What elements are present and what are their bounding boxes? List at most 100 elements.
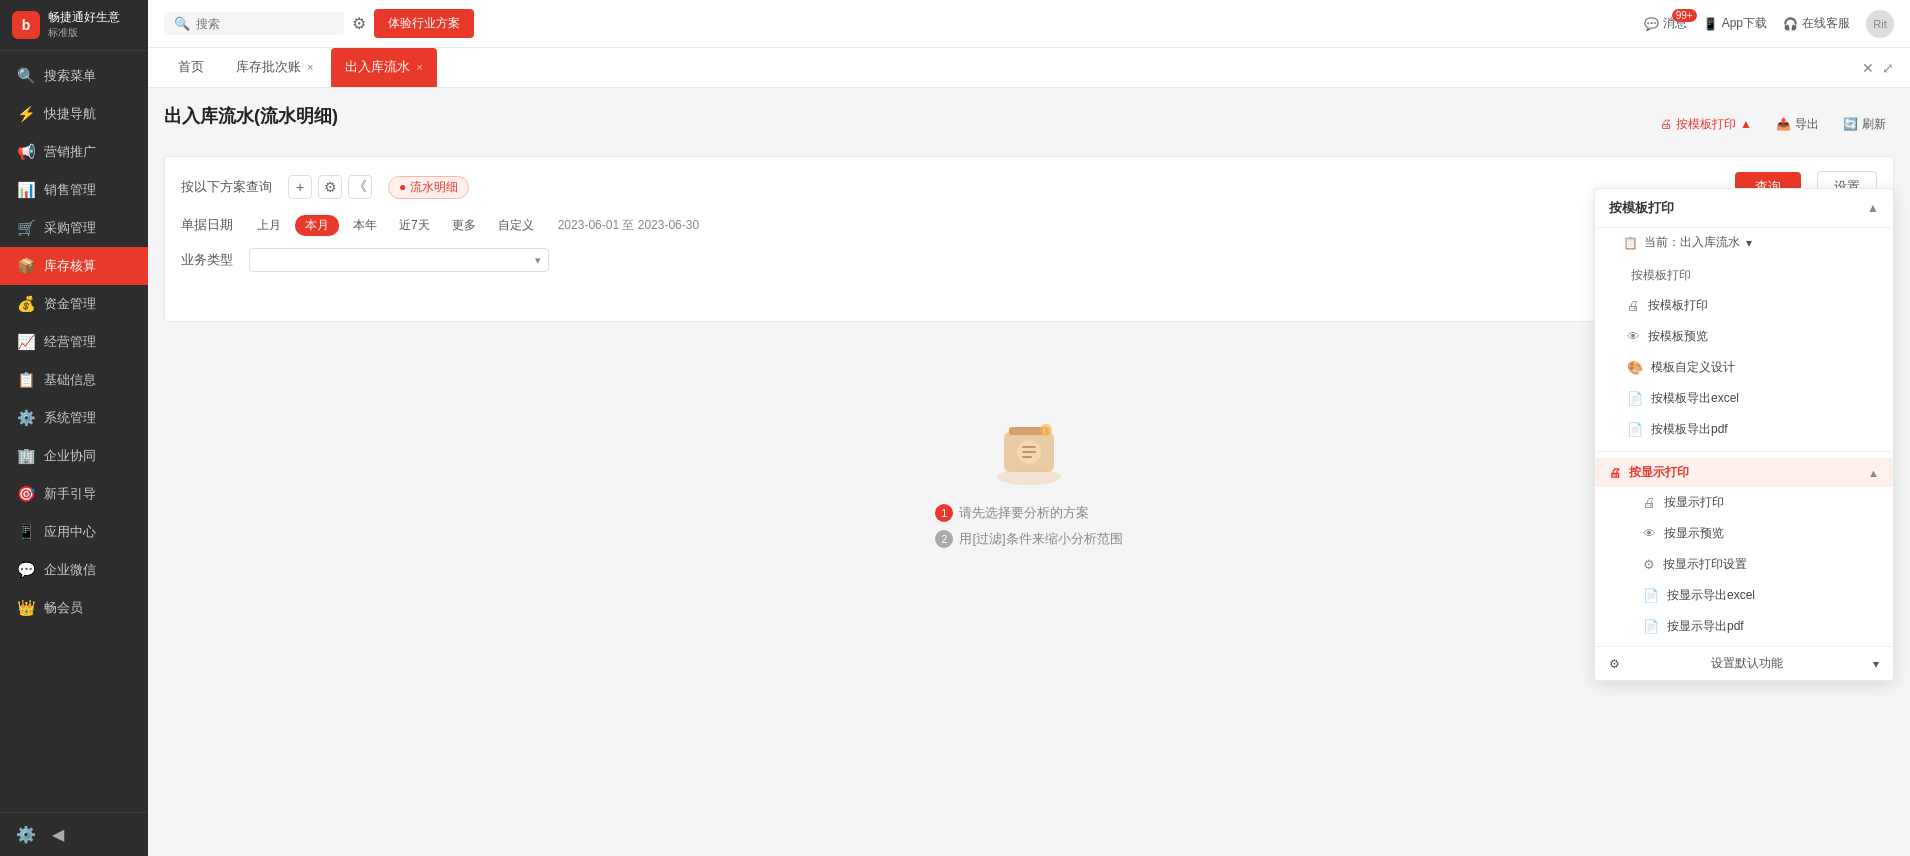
display-print-expand-icon[interactable]: ▲ bbox=[1868, 467, 1879, 479]
current-label: 当前：出入库流水 bbox=[1644, 234, 1740, 251]
sidebar-item-member[interactable]: 👑 畅会员 bbox=[0, 589, 148, 627]
sidebar-item-basic-info[interactable]: 📋基础信息 bbox=[0, 361, 148, 399]
nav-icon-purchase: 🛒 bbox=[16, 219, 36, 237]
nav-label-marketing: 营销推广 bbox=[44, 143, 96, 161]
sidebar-item-sales[interactable]: 📊销售管理 bbox=[0, 171, 148, 209]
template-preview-item[interactable]: 👁 按模板预览 bbox=[1595, 321, 1893, 352]
template-export-pdf-icon: 📄 bbox=[1627, 422, 1643, 437]
tab-batch-account[interactable]: 库存批次账 × bbox=[222, 48, 327, 87]
sidebar-item-purchase[interactable]: 🛒采购管理 bbox=[0, 209, 148, 247]
online-service-button[interactable]: 🎧 在线客服 bbox=[1783, 15, 1850, 32]
date-tab-current-month[interactable]: 本月 bbox=[295, 215, 339, 236]
nav-label-member: 畅会员 bbox=[44, 599, 83, 617]
template-print-icon: 🖨 bbox=[1627, 298, 1640, 313]
sidebar-item-system[interactable]: ⚙️系统管理 bbox=[0, 399, 148, 437]
display-settings-item[interactable]: ⚙ 按显示打印设置 bbox=[1595, 549, 1893, 580]
print-button[interactable]: 🖨 按模板打印 ▲ bbox=[1652, 112, 1760, 137]
sidebar-item-search[interactable]: 🔍搜索菜单 bbox=[0, 57, 148, 95]
sidebar: b 畅捷通好生意 标准版 🔍搜索菜单⚡快捷导航📢营销推广📊销售管理🛒采购管理📦库… bbox=[0, 0, 148, 856]
nav-icon-basic-info: 📋 bbox=[16, 371, 36, 389]
sidebar-item-quick-nav[interactable]: ⚡快捷导航 bbox=[0, 95, 148, 133]
sidebar-item-guide[interactable]: 🎯新手引导 bbox=[0, 475, 148, 513]
date-tab-more[interactable]: 更多 bbox=[444, 214, 484, 237]
display-export-excel-icon: 📄 bbox=[1643, 588, 1659, 603]
refresh-button[interactable]: 🔄 刷新 bbox=[1835, 112, 1894, 137]
app-download-label: App下载 bbox=[1722, 15, 1767, 32]
header-search-bar[interactable]: 🔍 bbox=[164, 12, 344, 35]
display-print-icon: 🖨 bbox=[1643, 495, 1656, 510]
app-download-button[interactable]: 📱 App下载 bbox=[1703, 15, 1767, 32]
tab-flow[interactable]: 出入库流水× bbox=[331, 48, 436, 87]
svg-rect-5 bbox=[1022, 451, 1036, 453]
sidebar-item-enterprise[interactable]: 🏢企业协同 bbox=[0, 437, 148, 475]
display-print-section-label: 按显示打印 bbox=[1629, 464, 1689, 481]
dropdown-divider bbox=[1595, 451, 1893, 452]
settings-bottom-icon[interactable]: ⚙️ bbox=[16, 825, 36, 844]
display-preview-item[interactable]: 👁 按显示预览 bbox=[1595, 518, 1893, 549]
business-type-select[interactable] bbox=[249, 248, 549, 272]
display-export-pdf-item[interactable]: 📄 按显示导出pdf bbox=[1595, 611, 1893, 642]
date-tab-custom[interactable]: 自定义 bbox=[490, 214, 542, 237]
refresh-icon: 🔄 bbox=[1843, 117, 1858, 131]
export-label: 导出 bbox=[1795, 116, 1819, 133]
window-expand-icon[interactable]: ⤢ bbox=[1882, 60, 1894, 76]
template-print-label: 按模板打印 bbox=[1648, 297, 1708, 314]
nav-label-finance: 资金管理 bbox=[44, 295, 96, 313]
template-export-excel-item[interactable]: 📄 按模板导出excel bbox=[1595, 383, 1893, 414]
message-button[interactable]: 💬 消息 99+ bbox=[1644, 15, 1687, 32]
filter-add-button[interactable]: + bbox=[288, 175, 312, 199]
template-export-pdf-item[interactable]: 📄 按模板导出pdf bbox=[1595, 414, 1893, 445]
nav-label-operation: 经营管理 bbox=[44, 333, 96, 351]
window-close-icon[interactable]: ✕ bbox=[1862, 60, 1874, 76]
empty-hint-2-text: 用[过滤]条件来缩小分析范围 bbox=[959, 530, 1122, 548]
print-label: 按模板打印 bbox=[1676, 116, 1736, 133]
template-custom-label: 模板自定义设计 bbox=[1651, 359, 1735, 376]
nav-icon-app-center: 📱 bbox=[16, 523, 36, 541]
sidebar-item-inventory[interactable]: 📦库存核算 bbox=[0, 247, 148, 285]
sidebar-item-operation[interactable]: 📈经营管理 bbox=[0, 323, 148, 361]
current-expand-icon[interactable]: ▾ bbox=[1746, 236, 1752, 250]
main-area: 🔍 ⚙ 体验行业方案 💬 消息 99+ 📱 App下载 🎧 在线客服 Rit bbox=[148, 0, 1910, 856]
display-export-excel-item[interactable]: 📄 按显示导出excel bbox=[1595, 580, 1893, 611]
nav-icon-enterprise: 🏢 bbox=[16, 447, 36, 465]
date-tab-prev-month[interactable]: 上月 bbox=[249, 214, 289, 237]
filter-collapse-button[interactable]: 《 bbox=[348, 175, 372, 199]
header-search-input[interactable] bbox=[196, 17, 334, 31]
display-export-pdf-icon: 📄 bbox=[1643, 619, 1659, 634]
logo-text: 畅捷通好生意 bbox=[48, 10, 120, 26]
filter-tag-label: 流水明细 bbox=[410, 179, 458, 196]
template-print-section: 按模板打印 🖨 按模板打印 👁 按模板预览 🎨 模板自定义设计 📄 按模板导出e… bbox=[1595, 257, 1893, 449]
header-gear-icon[interactable]: ⚙ bbox=[352, 14, 366, 33]
tab-close-flow[interactable]: × bbox=[416, 61, 422, 73]
display-print-item[interactable]: 🖨 按显示打印 bbox=[1595, 487, 1893, 518]
display-preview-icon: 👁 bbox=[1643, 526, 1656, 541]
sidebar-item-marketing[interactable]: 📢营销推广 bbox=[0, 133, 148, 171]
user-avatar[interactable]: Rit bbox=[1866, 10, 1894, 38]
date-tab-recent-7[interactable]: 近7天 bbox=[391, 214, 438, 237]
sidebar-item-finance[interactable]: 💰资金管理 bbox=[0, 285, 148, 323]
filter-settings-button[interactable]: ⚙ bbox=[318, 175, 342, 199]
template-print-item[interactable]: 🖨 按模板打印 bbox=[1595, 290, 1893, 321]
tab-label-batch-account: 库存批次账 bbox=[236, 58, 301, 76]
date-tab-current-year[interactable]: 本年 bbox=[345, 214, 385, 237]
collapse-bottom-icon[interactable]: ◀ bbox=[52, 825, 64, 844]
nav-icon-member: 👑 bbox=[16, 599, 36, 617]
sidebar-item-wechat[interactable]: 💬企业微信 bbox=[0, 551, 148, 589]
display-print-section-header: 🖨 按显示打印 ▲ bbox=[1595, 458, 1893, 487]
tab-home[interactable]: 首页 bbox=[164, 48, 218, 87]
svg-point-7 bbox=[1040, 424, 1052, 436]
date-label: 单据日期 bbox=[181, 216, 233, 234]
dropdown-header: 按模板打印 ▲ bbox=[1595, 189, 1893, 228]
sidebar-item-app-center[interactable]: 📱 应用中心 bbox=[0, 513, 148, 551]
filter-tag-item[interactable]: ● 流水明细 bbox=[388, 176, 469, 199]
display-print-label: 按显示打印 bbox=[1664, 494, 1724, 511]
export-button[interactable]: 📤 导出 bbox=[1768, 112, 1827, 137]
industry-solution-button[interactable]: 体验行业方案 bbox=[374, 9, 474, 38]
sidebar-bottom: ⚙️ ◀ bbox=[0, 812, 148, 856]
tab-close-batch-account[interactable]: × bbox=[307, 61, 313, 73]
dropdown-footer[interactable]: ⚙ 设置默认功能 ▾ bbox=[1595, 646, 1893, 680]
filter-tag-icon: ● bbox=[399, 180, 406, 194]
nav-label-app-center: 应用中心 bbox=[44, 523, 96, 541]
dropdown-chevron[interactable]: ▲ bbox=[1867, 201, 1879, 215]
template-custom-item[interactable]: 🎨 模板自定义设计 bbox=[1595, 352, 1893, 383]
